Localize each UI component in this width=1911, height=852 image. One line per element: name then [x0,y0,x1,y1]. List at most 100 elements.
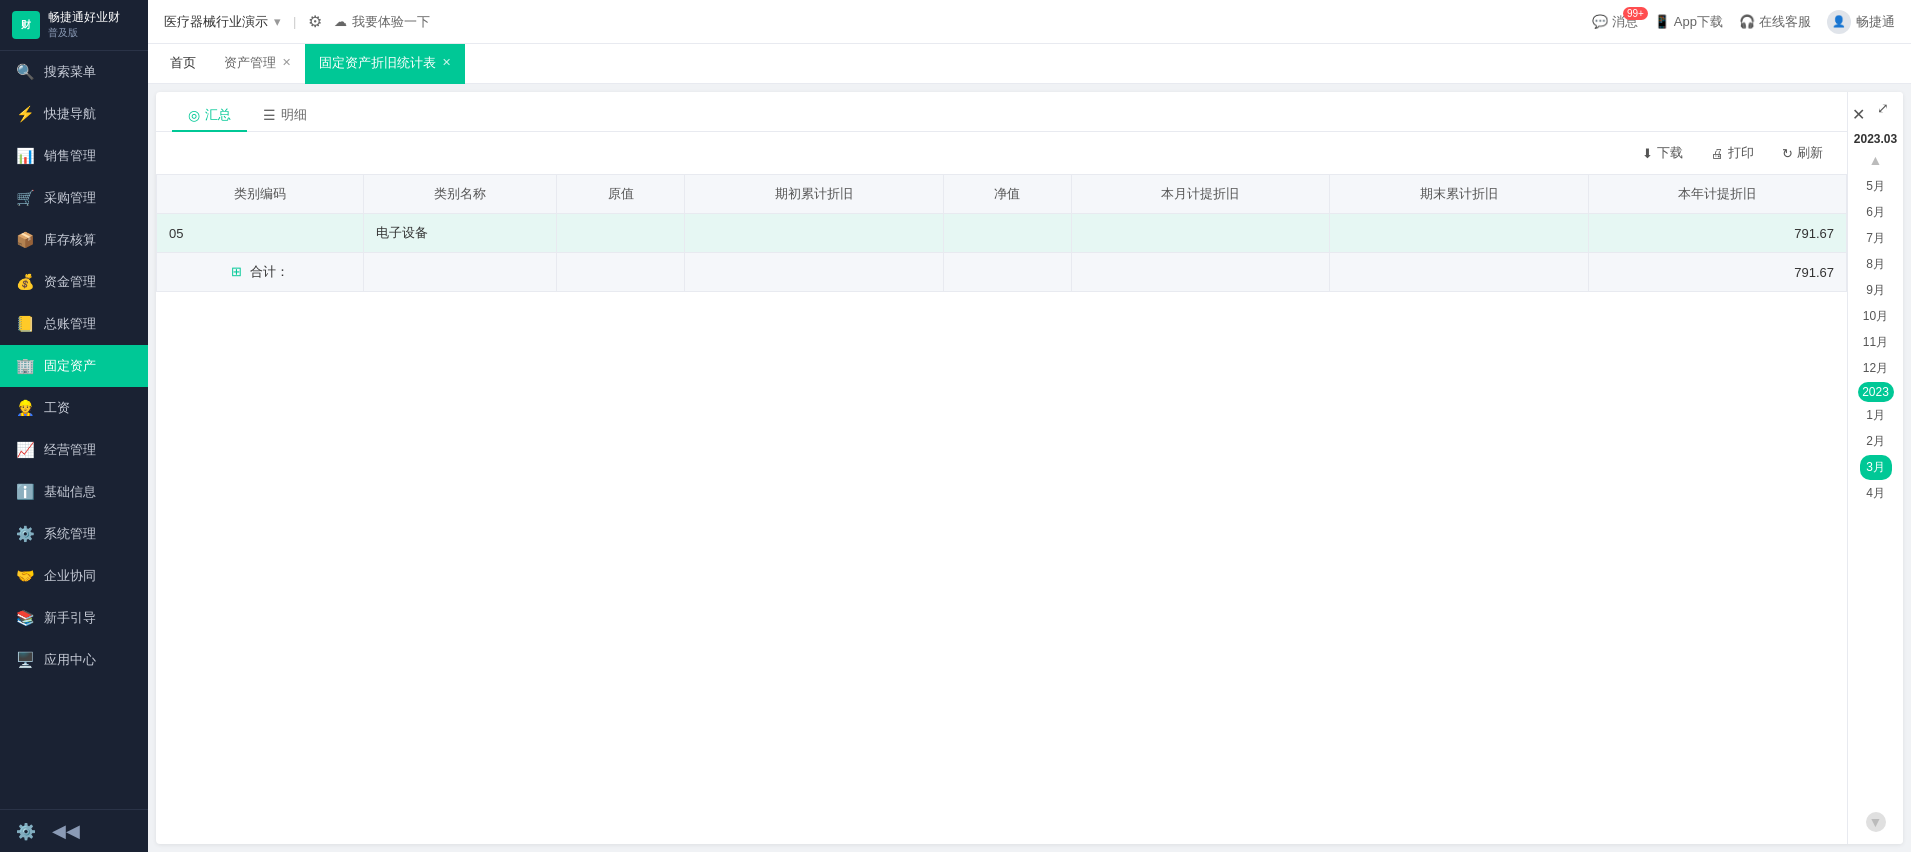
sidebar-item-basic-info[interactable]: ℹ️ 基础信息 [0,471,148,513]
sidebar-item-guide[interactable]: 📚 新手引导 [0,597,148,639]
sidebar-item-sales[interactable]: 📊 销售管理 [0,135,148,177]
headset-icon: 🎧 [1739,14,1755,29]
user-menu[interactable]: 👤 畅捷通 [1827,10,1895,34]
sub-tabs: ◎ 汇总 ☰ 明细 [156,92,1847,132]
sum-end-dep [1330,253,1588,292]
sum-annual-dep: 791.67 [1588,253,1846,292]
col-code: 类别编码 [157,175,364,214]
month-6[interactable]: 6月 [1848,200,1903,225]
chart-icon: 📊 [16,147,34,165]
cell-end-dep [1330,214,1588,253]
month-11[interactable]: 11月 [1848,330,1903,355]
inner-content: ◎ 汇总 ☰ 明细 ⬇ 下载 🖨 打印 ↻ [156,92,1847,844]
company-selector[interactable]: 医疗器械行业演示 ▾ [164,13,281,31]
topbar-settings-icon[interactable]: ⚙ [308,12,322,31]
app-download-btn[interactable]: 📱 App下载 [1654,13,1723,31]
month-list: 5月 6月 7月 8月 9月 10月 11月 12月 2023 1月 2月 3月… [1848,174,1903,808]
settings-footer-icon[interactable]: ⚙️ [16,822,36,841]
year-2023-tag: 2023 [1858,382,1894,402]
cloud-icon: ☁ [334,14,347,29]
download-btn[interactable]: ⬇ 下载 [1634,140,1691,166]
collapse-icon[interactable]: ◀◀ [52,820,80,842]
download-icon: 📱 [1654,14,1670,29]
tab-asset-management[interactable]: 资产管理 ✕ [210,44,305,84]
tab-fixed-asset-depreciation[interactable]: 固定资产折旧统计表 ✕ [305,44,465,84]
sidebar-footer: ⚙️ ◀◀ [0,809,148,852]
col-net-value: 净值 [943,175,1071,214]
sum-begin-dep [685,253,943,292]
month-2[interactable]: 2月 [1848,429,1903,454]
col-begin-dep: 期初累计折旧 [685,175,943,214]
sum-name [364,253,557,292]
search-icon: 🔍 [16,63,34,81]
tab-close-depreciation[interactable]: ✕ [442,56,451,69]
sidebar-item-payroll[interactable]: 👷 工资 [0,387,148,429]
month-5[interactable]: 5月 [1848,174,1903,199]
month-1[interactable]: 1月 [1848,403,1903,428]
experience-btn[interactable]: ☁ 我要体验一下 [334,13,430,31]
monitor-icon: 🖥️ [16,651,34,669]
sidebar: 财 畅捷通好业财 普及版 🔍 搜索菜单 ⚡ 快捷导航 📊 销售管理 🛒 采购管理… [0,0,148,852]
app-logo-text: 畅捷通好业财 普及版 [48,10,120,40]
month-9[interactable]: 9月 [1848,278,1903,303]
sidebar-item-purchase[interactable]: 🛒 采购管理 [0,177,148,219]
month-7[interactable]: 7月 [1848,226,1903,251]
sidebar-item-app-center[interactable]: 🖥️ 应用中心 [0,639,148,681]
worker-icon: 👷 [16,399,34,417]
sub-tab-detail[interactable]: ☰ 明细 [247,100,323,132]
topbar-separator: | [293,14,296,29]
table-row[interactable]: 05 电子设备 791.67 [157,214,1847,253]
col-original: 原值 [557,175,685,214]
panel-nav-up-btn[interactable]: ▲ [1848,148,1903,172]
money-icon: 💰 [16,273,34,291]
print-btn[interactable]: 🖨 打印 [1703,140,1762,166]
sidebar-item-ledger[interactable]: 📒 总账管理 [0,303,148,345]
sum-row: ⊞ 合计： 791.67 [157,253,1847,292]
tab-close-asset-management[interactable]: ✕ [282,56,291,69]
box-icon: 📦 [16,231,34,249]
panel-close-btn[interactable]: ✕ [1852,105,1873,124]
sidebar-item-search[interactable]: 🔍 搜索菜单 [0,51,148,93]
month-8[interactable]: 8月 [1848,252,1903,277]
cell-name: 电子设备 [364,214,557,253]
sidebar-nav: 🔍 搜索菜单 ⚡ 快捷导航 📊 销售管理 🛒 采购管理 📦 库存核算 💰 资金管… [0,51,148,809]
sidebar-item-operations[interactable]: 📈 经营管理 [0,429,148,471]
info-icon: ℹ️ [16,483,34,501]
cell-code: 05 [157,214,364,253]
content-area: ◎ 汇总 ☰ 明细 ⬇ 下载 🖨 打印 ↻ [156,92,1903,844]
cart-icon: 🛒 [16,189,34,207]
ledger-icon: 📒 [16,315,34,333]
detail-icon: ☰ [263,107,276,123]
refresh-btn[interactable]: ↻ 刷新 [1774,140,1831,166]
tab-home[interactable]: 首页 [156,44,210,84]
download-icon: ⬇ [1642,146,1653,161]
month-4[interactable]: 4月 [1848,481,1903,506]
lightning-icon: ⚡ [16,105,34,123]
panel-nav-down-btn[interactable]: ▼ [1848,808,1903,836]
print-icon: 🖨 [1711,146,1724,161]
month-10[interactable]: 10月 [1848,304,1903,329]
refresh-icon: ↻ [1782,146,1793,161]
table-header-row: 类别编码 类别名称 原值 期初累计折旧 净值 本月计提折旧 期末累计折旧 本年计… [157,175,1847,214]
sub-tab-summary[interactable]: ◎ 汇总 [172,100,247,132]
sidebar-item-finance[interactable]: 💰 资金管理 [0,261,148,303]
online-service-btn[interactable]: 🎧 在线客服 [1739,13,1811,31]
depreciation-table: 类别编码 类别名称 原值 期初累计折旧 净值 本月计提折旧 期末累计折旧 本年计… [156,174,1847,292]
sidebar-item-fixed-assets[interactable]: 🏢 固定资产 [0,345,148,387]
topbar: 医疗器械行业演示 ▾ | ⚙ ☁ 我要体验一下 💬 消息 99+ 📱 App下载… [148,0,1911,44]
month-3-active[interactable]: 3月 [1860,455,1892,480]
month-12[interactable]: 12月 [1848,356,1903,381]
building-icon: 🏢 [16,357,34,375]
sidebar-item-quick-nav[interactable]: ⚡ 快捷导航 [0,93,148,135]
messages-btn[interactable]: 💬 消息 99+ [1592,13,1638,31]
toolbar: ⬇ 下载 🖨 打印 ↻ 刷新 [156,132,1847,174]
sidebar-item-system[interactable]: ⚙️ 系统管理 [0,513,148,555]
trending-icon: 📈 [16,441,34,459]
sum-net-value [943,253,1071,292]
cell-begin-dep [685,214,943,253]
sum-monthly-dep [1071,253,1329,292]
sidebar-item-inventory[interactable]: 📦 库存核算 [0,219,148,261]
panel-expand-btn[interactable]: ⤢ [1877,100,1897,116]
sidebar-item-enterprise[interactable]: 🤝 企业协同 [0,555,148,597]
company-dropdown-icon: ▾ [274,14,281,29]
